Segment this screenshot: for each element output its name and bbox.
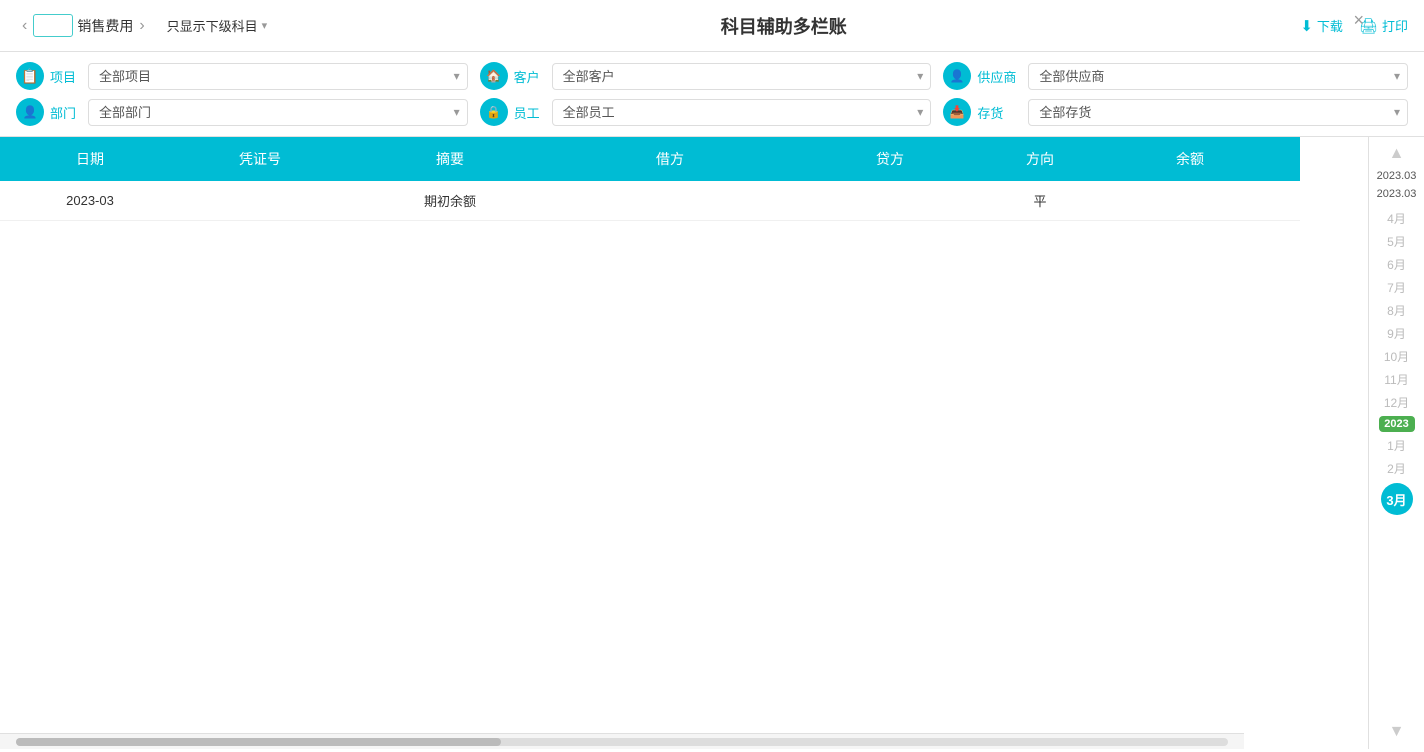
table-container[interactable]: 日期 凭证号 摘要 借方 贷方 方向 余额 2023-03 期初余额 平	[0, 137, 1300, 733]
employee-select[interactable]: 全部员工	[552, 99, 932, 126]
cell-direction: 平	[1000, 181, 1080, 221]
timeline-year-badge[interactable]: 2023	[1379, 416, 1415, 432]
timeline-down-button[interactable]: ▼	[1385, 719, 1409, 745]
timeline-month-10月[interactable]: 10月	[1369, 345, 1424, 368]
department-select[interactable]: 全部部门	[88, 99, 468, 126]
supplier-filter-label: 👤 供应商	[943, 62, 1016, 90]
account-code-input[interactable]: 6601	[33, 14, 73, 37]
next-account-button[interactable]: ›	[133, 15, 150, 37]
cell-credit	[780, 181, 1000, 221]
project-filter-label: 📋 项目	[16, 62, 76, 90]
col-balance: 余额	[1080, 137, 1300, 181]
department-select-wrapper: 全部部门	[88, 99, 468, 126]
employee-select-wrapper: 全部员工	[552, 99, 932, 126]
employee-icon: 🔒	[480, 98, 508, 126]
timeline-up-button[interactable]: ▲	[1385, 141, 1409, 167]
top-bar: ‹ 6601 销售费用 › 只显示下级科目 ▾ 科目辅助多栏账 ⬇ 下载 🖨 打…	[0, 0, 1424, 52]
timeline-month-7月[interactable]: 7月	[1369, 276, 1424, 299]
cell-voucher	[180, 181, 340, 221]
inventory-select-wrapper: 全部存货	[1028, 99, 1408, 126]
col-date: 日期	[0, 137, 180, 181]
timeline-active-month[interactable]: 3月	[1381, 483, 1413, 515]
department-filter-label: 👤 部门	[16, 98, 76, 126]
data-table: 日期 凭证号 摘要 借方 贷方 方向 余额 2023-03 期初余额 平	[0, 137, 1300, 221]
timeline-month-2024-1月[interactable]: 1月	[1369, 434, 1424, 457]
cell-summary: 期初余额	[340, 181, 560, 221]
customer-filter-label: 🏠 客户	[480, 62, 540, 90]
inventory-icon: 📥	[943, 98, 971, 126]
download-button[interactable]: ⬇ 下载	[1300, 16, 1343, 35]
table-body: 2023-03 期初余额 平	[0, 181, 1300, 221]
cell-balance	[1080, 181, 1300, 221]
cell-date: 2023-03	[0, 181, 180, 221]
scrollbar-thumb[interactable]	[16, 738, 501, 746]
timeline-month-6月[interactable]: 6月	[1369, 253, 1424, 276]
customer-select[interactable]: 全部客户	[552, 63, 932, 90]
customer-select-wrapper: 全部客户	[552, 63, 932, 90]
horizontal-scrollbar[interactable]	[0, 733, 1244, 749]
timeline-month-12月[interactable]: 12月	[1369, 391, 1424, 414]
timeline-sidebar: ▲ 2023.03 2023.03 4月5月6月7月8月9月10月11月12月 2…	[1368, 137, 1424, 749]
inventory-select[interactable]: 全部存货	[1028, 99, 1408, 126]
timeline-item-2023-03-b[interactable]: 2023.03	[1369, 185, 1424, 203]
col-voucher: 凭证号	[180, 137, 340, 181]
months-list: 4月5月6月7月8月9月10月11月12月 2023 1月2月 3月	[1369, 207, 1424, 518]
timeline-month-9月[interactable]: 9月	[1369, 322, 1424, 345]
account-code-display: 6601 销售费用	[33, 14, 133, 37]
project-select-wrapper: 全部项目	[88, 63, 468, 90]
department-icon: 👤	[16, 98, 44, 126]
close-button[interactable]: ×	[1353, 10, 1364, 31]
print-button[interactable]: 🖨 打印	[1359, 16, 1408, 35]
col-credit: 贷方	[780, 137, 1000, 181]
download-label: 下载	[1317, 16, 1343, 35]
col-debit: 借方	[560, 137, 780, 181]
timeline-month-4月[interactable]: 4月	[1369, 207, 1424, 230]
col-summary: 摘要	[340, 137, 560, 181]
timeline-month-2024-2月[interactable]: 2月	[1369, 457, 1424, 480]
timeline-month-8月[interactable]: 8月	[1369, 299, 1424, 322]
page-title: 科目辅助多栏账	[267, 13, 1300, 39]
main-area: 日期 凭证号 摘要 借方 贷方 方向 余额 2023-03 期初余额 平	[0, 137, 1424, 749]
prev-account-button[interactable]: ‹	[16, 15, 33, 37]
supplier-select-wrapper: 全部供应商	[1028, 63, 1408, 90]
table-header-row: 日期 凭证号 摘要 借方 贷方 方向 余额	[0, 137, 1300, 181]
timeline-month-11月[interactable]: 11月	[1369, 368, 1424, 391]
account-name-label: 销售费用	[77, 16, 133, 36]
project-select[interactable]: 全部项目	[88, 63, 468, 90]
project-icon: 📋	[16, 62, 44, 90]
inventory-filter-label: 📥 存货	[943, 98, 1016, 126]
cell-debit	[560, 181, 780, 221]
timeline-item-2023-03-a[interactable]: 2023.03	[1369, 167, 1424, 185]
employee-filter-label: 🔒 员工	[480, 98, 540, 126]
content-area: 日期 凭证号 摘要 借方 贷方 方向 余额 2023-03 期初余额 平	[0, 137, 1300, 749]
customer-icon: 🏠	[480, 62, 508, 90]
show-sub-label: 只显示下级科目	[167, 16, 258, 35]
supplier-select[interactable]: 全部供应商	[1028, 63, 1408, 90]
table-row: 2023-03 期初余额 平	[0, 181, 1300, 221]
supplier-icon: 👤	[943, 62, 971, 90]
download-icon: ⬇	[1300, 17, 1313, 35]
show-sub-button[interactable]: 只显示下级科目 ▾	[167, 16, 268, 35]
timeline-month-5月[interactable]: 5月	[1369, 230, 1424, 253]
col-direction: 方向	[1000, 137, 1080, 181]
filter-bar: 📋 项目 全部项目 🏠 客户 全部客户 👤 供应商 全部供应商 👤 部门 全部部…	[0, 52, 1424, 137]
scrollbar-track	[16, 738, 1228, 746]
print-label: 打印	[1382, 16, 1408, 35]
